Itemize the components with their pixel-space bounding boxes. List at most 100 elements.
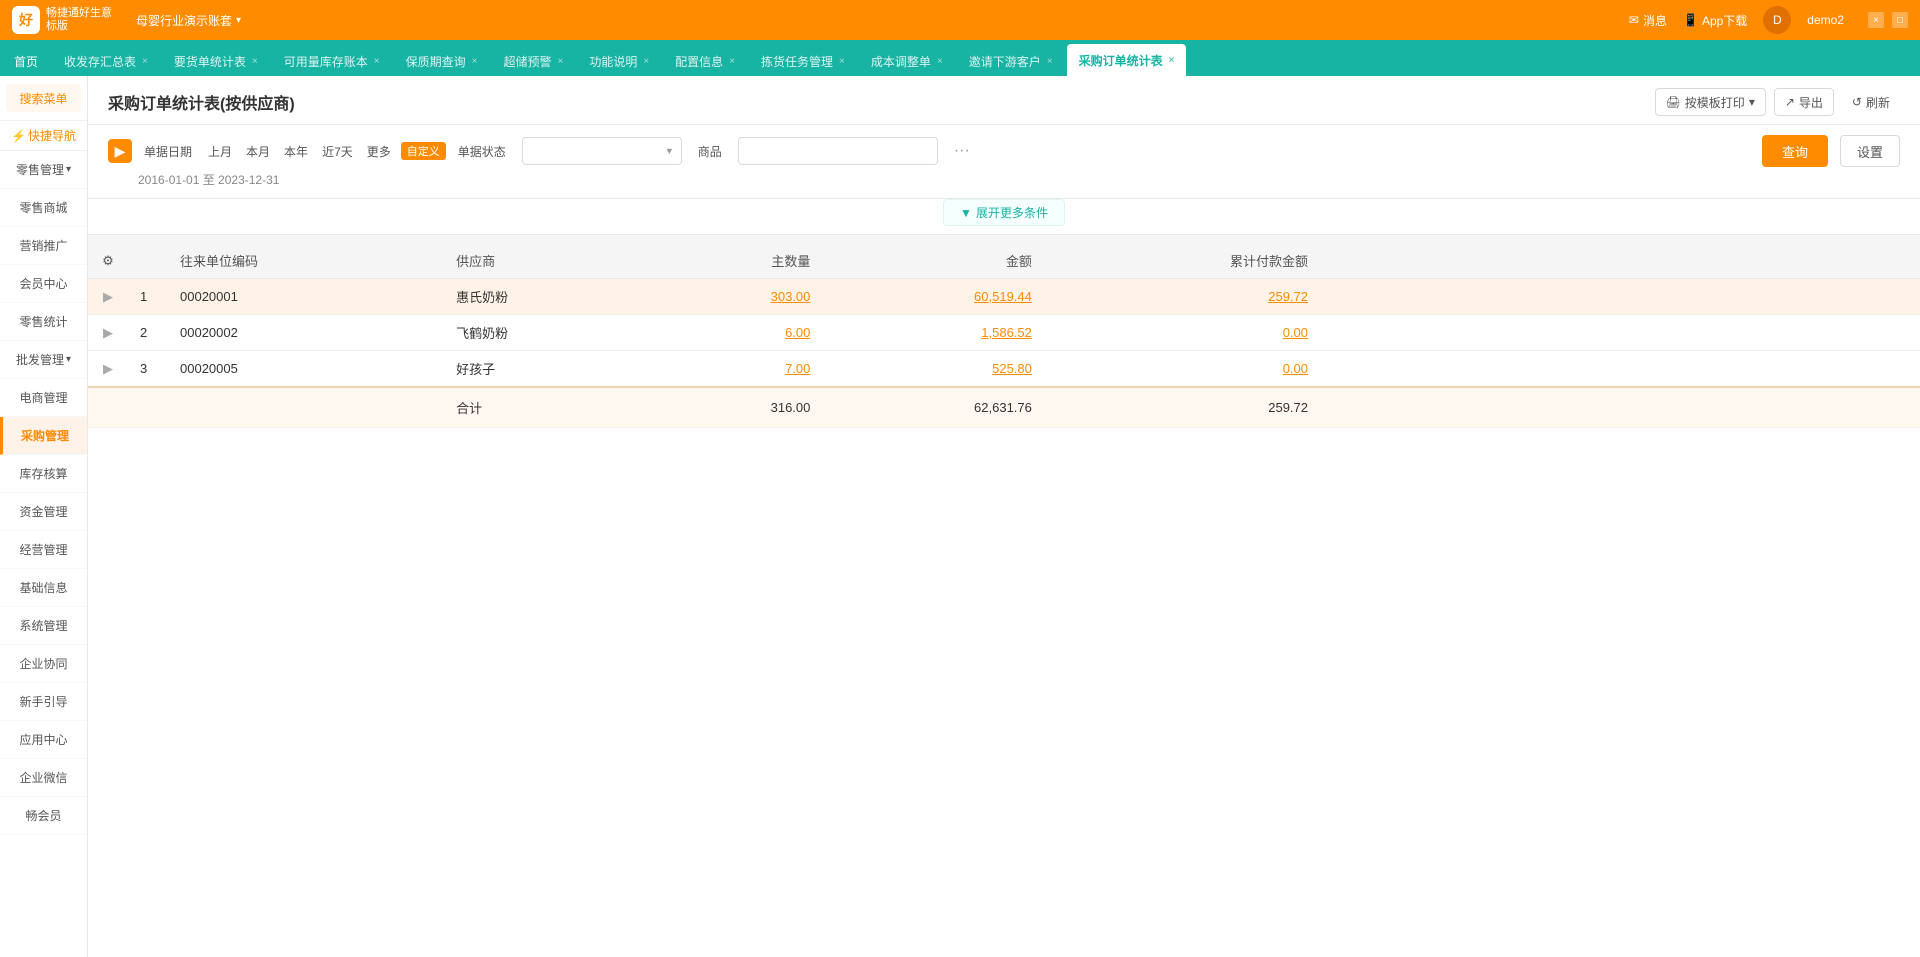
- tab-close-icon[interactable]: ×: [374, 56, 380, 67]
- row-paid[interactable]: 0.00: [1044, 351, 1320, 388]
- message-icon: ✉: [1629, 13, 1639, 27]
- sidebar-item-电商管理[interactable]: 电商管理: [0, 379, 87, 417]
- sidebar-item-label: 零售商城: [19, 201, 67, 215]
- message-button[interactable]: ✉ 消息: [1629, 12, 1667, 29]
- sidebar-item-新手引导[interactable]: 新手引导: [0, 683, 87, 721]
- sidebar-item-label: 零售统计: [19, 315, 67, 329]
- tab-要货单统计表[interactable]: 要货单统计表×: [162, 46, 270, 76]
- filter-expand-button[interactable]: ▶: [108, 139, 132, 163]
- tab-超储预警[interactable]: 超储预警×: [491, 46, 575, 76]
- search-menu-button[interactable]: 搜索菜单: [6, 84, 81, 112]
- tab-close-icon[interactable]: ×: [937, 56, 943, 67]
- expand-more-button[interactable]: ▼ 展开更多条件: [943, 199, 1065, 226]
- tab-保质期查询[interactable]: 保质期查询×: [394, 46, 490, 76]
- template-print-button[interactable]: 🖨 按模板打印 ▾: [1655, 88, 1766, 116]
- status-select[interactable]: [522, 137, 682, 165]
- page-title: 采购订单统计表(按供应商): [108, 90, 295, 114]
- sidebar-item-应用中心[interactable]: 应用中心: [0, 721, 87, 759]
- export-button[interactable]: ↗ 导出: [1774, 88, 1834, 116]
- tab-close-icon[interactable]: ×: [472, 56, 478, 67]
- tab-close-icon[interactable]: ×: [557, 56, 563, 67]
- tab-close-icon[interactable]: ×: [1047, 56, 1053, 67]
- tab-邀请下游客户[interactable]: 邀请下游客户×: [957, 46, 1065, 76]
- row-quantity[interactable]: 7.00: [650, 351, 823, 388]
- sidebar-item-零售统计[interactable]: 零售统计: [0, 303, 87, 341]
- more-options-icon[interactable]: ···: [954, 142, 970, 160]
- refresh-button[interactable]: ↺ 刷新: [1842, 88, 1900, 116]
- sidebar-item-会员中心[interactable]: 会员中心: [0, 265, 87, 303]
- table-header: ⚙ 往来单位编码 供应商 主数量 金额 累计付款金额: [88, 243, 1920, 279]
- tab-close-icon[interactable]: ×: [839, 56, 845, 67]
- row-paid[interactable]: 0.00: [1044, 315, 1320, 351]
- row-supplier: 好孩子: [444, 351, 650, 388]
- tab-可用量库存账本[interactable]: 可用量库存账本×: [272, 46, 392, 76]
- sidebar-item-零售管理[interactable]: 零售管理▾: [0, 151, 87, 189]
- row-amount[interactable]: 525.80: [822, 351, 1044, 388]
- sidebar-item-零售商城[interactable]: 零售商城: [0, 189, 87, 227]
- tab-配置信息[interactable]: 配置信息×: [663, 46, 747, 76]
- tab-成本调整单[interactable]: 成本调整单×: [859, 46, 955, 76]
- tab-功能说明[interactable]: 功能说明×: [577, 46, 661, 76]
- sidebar-item-营销推广[interactable]: 营销推广: [0, 227, 87, 265]
- row-amount[interactable]: 60,519.44: [822, 279, 1044, 315]
- filter-bar: ▶ 单据日期 上月 本月 本年 近7天 更多 自定义 单据状态: [88, 125, 1920, 199]
- logo-icon: 好: [12, 6, 40, 34]
- tab-close-icon[interactable]: ×: [643, 56, 649, 67]
- sidebar-item-基础信息[interactable]: 基础信息: [0, 569, 87, 607]
- col-extra: [1320, 243, 1920, 279]
- col-quantity: 主数量: [650, 243, 823, 279]
- date-custom-badge[interactable]: 自定义: [401, 142, 446, 160]
- row-expand[interactable]: ▶: [88, 351, 128, 388]
- sidebar-item-label: 企业协同: [19, 657, 67, 671]
- logo-text: 畅捷通好生意 标版: [46, 7, 112, 33]
- status-select-wrapper: [522, 137, 682, 165]
- sidebar-item-label: 会员中心: [19, 277, 67, 291]
- col-amount: 金额: [822, 243, 1044, 279]
- table-row: ▶100020001惠氏奶粉303.0060,519.44259.72: [88, 279, 1920, 315]
- tab-拣货任务管理[interactable]: 拣货任务管理×: [749, 46, 857, 76]
- tab-采购订单统计表[interactable]: 采购订单统计表×: [1067, 44, 1187, 76]
- tab-close-icon[interactable]: ×: [729, 56, 735, 67]
- workspace-selector[interactable]: 母婴行业演示账套 ▾: [136, 12, 241, 29]
- tab-收发存汇总表[interactable]: 收发存汇总表×: [52, 46, 160, 76]
- quick-nav-button[interactable]: ⚡ 快捷导航: [0, 127, 87, 144]
- window-max-button[interactable]: □: [1892, 12, 1908, 28]
- table-body: ▶100020001惠氏奶粉303.0060,519.44259.72▶2000…: [88, 279, 1920, 388]
- window-close-button[interactable]: ×: [1868, 12, 1884, 28]
- sidebar-item-系统管理[interactable]: 系统管理: [0, 607, 87, 645]
- tab-close-icon[interactable]: ×: [142, 56, 148, 67]
- sidebar-item-库存核算[interactable]: 库存核算: [0, 455, 87, 493]
- sidebar-item-label: 系统管理: [19, 619, 67, 633]
- settings-button[interactable]: 设置: [1840, 135, 1900, 167]
- date-this-year[interactable]: 本年: [280, 141, 312, 162]
- date-last-month[interactable]: 上月: [204, 141, 236, 162]
- app-download-button[interactable]: 📱 App下载: [1683, 12, 1747, 29]
- row-quantity[interactable]: 303.00: [650, 279, 823, 315]
- sidebar-item-经营管理[interactable]: 经营管理: [0, 531, 87, 569]
- row-expand[interactable]: ▶: [88, 315, 128, 351]
- row-index: 3: [128, 351, 168, 388]
- row-code: 00020002: [168, 315, 444, 351]
- sidebar-item-批发管理[interactable]: 批发管理▾: [0, 341, 87, 379]
- date-range-display: 2016-01-01 至 2023-12-31: [138, 173, 279, 187]
- row-expand[interactable]: ▶: [88, 279, 128, 315]
- table-footer: 合计 316.00 62,631.76 259.72: [88, 387, 1920, 428]
- row-paid[interactable]: 259.72: [1044, 279, 1320, 315]
- sidebar-item-企业微信[interactable]: 企业微信: [0, 759, 87, 797]
- row-quantity[interactable]: 6.00: [650, 315, 823, 351]
- date-this-month[interactable]: 本月: [242, 141, 274, 162]
- sidebar-item-企业协同[interactable]: 企业协同: [0, 645, 87, 683]
- goods-input[interactable]: [738, 137, 938, 165]
- query-button[interactable]: 查询: [1762, 135, 1828, 167]
- tab-首页[interactable]: 首页: [2, 46, 50, 76]
- sidebar-item-资金管理[interactable]: 资金管理: [0, 493, 87, 531]
- row-amount[interactable]: 1,586.52: [822, 315, 1044, 351]
- content-area: 采购订单统计表(按供应商) 🖨 按模板打印 ▾ ↗ 导出 ↺ 刷新: [88, 76, 1920, 957]
- date-7days[interactable]: 近7天: [318, 141, 357, 162]
- tab-close-icon[interactable]: ×: [1169, 55, 1175, 66]
- sidebar-item-畅会员[interactable]: 畅会员: [0, 797, 87, 835]
- tab-close-icon[interactable]: ×: [252, 56, 258, 67]
- date-more[interactable]: 更多: [363, 141, 395, 162]
- sidebar-item-采购管理[interactable]: 采购管理: [0, 417, 87, 455]
- nav-tabs: 首页收发存汇总表×要货单统计表×可用量库存账本×保质期查询×超储预警×功能说明×…: [0, 40, 1920, 76]
